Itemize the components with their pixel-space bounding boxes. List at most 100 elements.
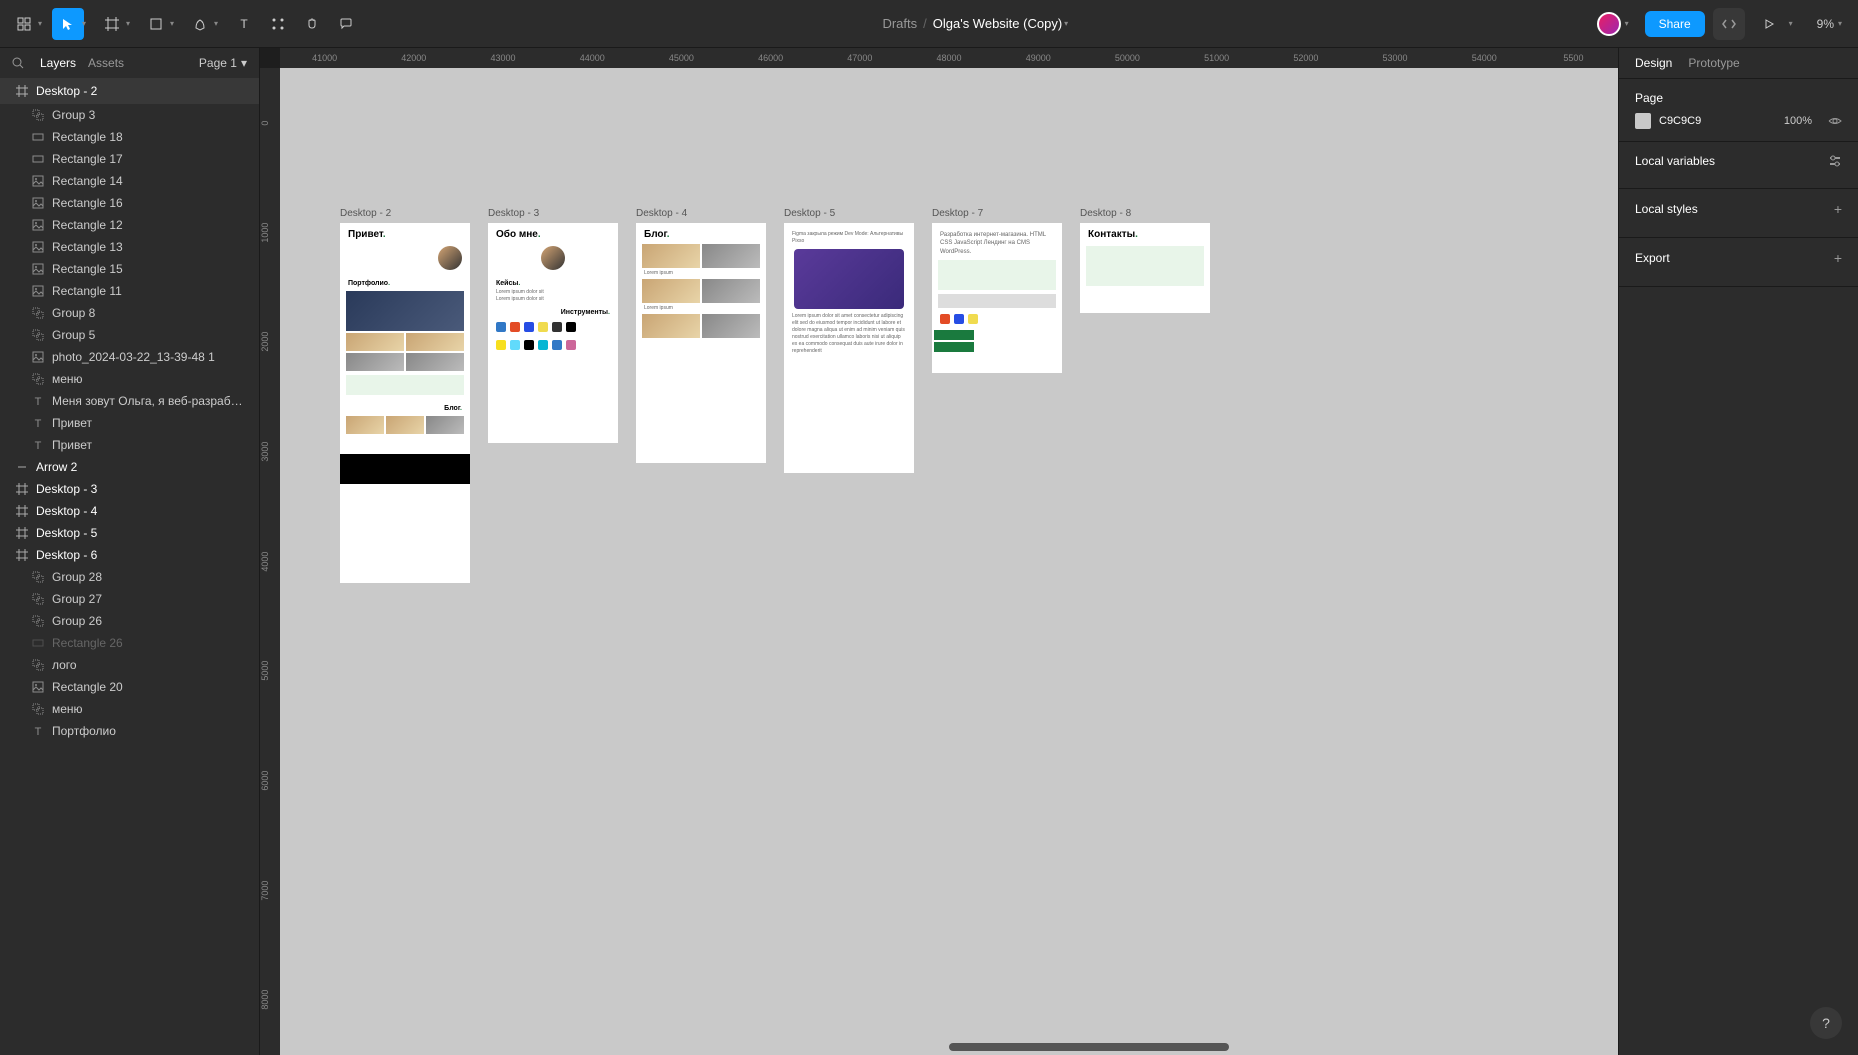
layer-item[interactable]: Rectangle 17 (0, 148, 259, 170)
frame-artboard[interactable]: Контакты. (1080, 223, 1210, 313)
dev-mode-button[interactable] (1713, 8, 1745, 40)
layer-item[interactable]: Desktop - 5 (0, 522, 259, 544)
layer-item[interactable]: TПортфолио (0, 720, 259, 742)
layer-item[interactable]: TПривет (0, 412, 259, 434)
layer-item[interactable]: Arrow 2 (0, 456, 259, 478)
move-tool[interactable] (52, 8, 84, 40)
layer-item[interactable]: Desktop - 4 (0, 500, 259, 522)
layer-item[interactable]: Rectangle 13 (0, 236, 259, 258)
color-hex[interactable]: C9C9C9 (1659, 115, 1701, 127)
canvas-frame[interactable]: Desktop - 4 Блог.Lorem ipsumLorem ipsum (636, 208, 766, 583)
color-opacity[interactable]: 100% (1784, 115, 1812, 127)
active-frame-header[interactable]: Desktop - 2 (0, 78, 259, 104)
layer-item[interactable]: лого (0, 654, 259, 676)
tab-layers[interactable]: Layers (40, 56, 76, 70)
tab-prototype[interactable]: Prototype (1688, 56, 1739, 70)
frame-label[interactable]: Desktop - 7 (932, 208, 1062, 219)
breadcrumb[interactable]: Drafts / Olga's Website (Copy) ▾ (362, 16, 1597, 31)
layer-item[interactable]: Rectangle 11 (0, 280, 259, 302)
help-button[interactable]: ? (1810, 1007, 1842, 1039)
frame-label[interactable]: Desktop - 2 (340, 208, 470, 219)
settings-icon[interactable] (1828, 154, 1842, 168)
chevron-down-icon[interactable]: ▾ (1064, 19, 1076, 28)
ruler-tick: 50000 (1083, 53, 1172, 63)
frame-label[interactable]: Desktop - 3 (488, 208, 618, 219)
breadcrumb-parent[interactable]: Drafts (882, 16, 917, 31)
chevron-down-icon[interactable]: ▾ (1625, 19, 1637, 28)
ruler-horizontal: 4100042000430004400045000460004700048000… (280, 48, 1618, 68)
toolbar-left: ▾ ▾ ▾ ▾ ▾ T (8, 8, 362, 40)
ruler-tick: 52000 (1261, 53, 1350, 63)
search-icon[interactable] (12, 57, 24, 69)
add-button[interactable]: + (1834, 201, 1842, 217)
frame-artboard[interactable]: Привет.Портфолио.Блог. (340, 223, 470, 583)
canvas-frame[interactable]: Desktop - 2 Привет.Портфолио.Блог. (340, 208, 470, 583)
toolbar-right: ▾ Share ▾ 9% ▾ (1597, 8, 1850, 40)
ruler-tick: 44000 (548, 53, 637, 63)
ruler-tick: 5500 (1529, 53, 1618, 63)
frame-label[interactable]: Desktop - 8 (1080, 208, 1210, 219)
layer-label: Desktop - 4 (36, 504, 97, 518)
layer-item[interactable]: Group 3 (0, 104, 259, 126)
breadcrumb-current[interactable]: Olga's Website (Copy) (933, 16, 1062, 31)
pen-tool[interactable] (184, 8, 216, 40)
hand-tool[interactable] (296, 8, 328, 40)
main-menu-button[interactable] (8, 8, 40, 40)
color-swatch[interactable] (1635, 113, 1651, 129)
svg-text:T: T (35, 726, 42, 737)
layer-item[interactable]: меню (0, 368, 259, 390)
text-tool[interactable]: T (228, 8, 260, 40)
ruler-tick: 4000 (260, 507, 280, 617)
resources-tool[interactable] (262, 8, 294, 40)
shape-tool[interactable] (140, 8, 172, 40)
page-color-row[interactable]: C9C9C9 100% (1635, 113, 1842, 129)
chevron-down-icon[interactable]: ▾ (1789, 19, 1801, 28)
layer-item[interactable]: Group 5 (0, 324, 259, 346)
layer-item[interactable]: Rectangle 12 (0, 214, 259, 236)
layer-item[interactable]: photo_2024-03-22_13-39-48 1 (0, 346, 259, 368)
canvas-frame[interactable]: Desktop - 3 Обо мне.Кейсы.Lorem ipsum dol… (488, 208, 618, 583)
layer-item[interactable]: Group 27 (0, 588, 259, 610)
canvas[interactable]: Desktop - 2Привет.Портфолио.Блог.Desktop… (280, 68, 1618, 1055)
page-selector[interactable]: Page 1 ▾ (199, 56, 247, 70)
layer-item[interactable]: Rectangle 26 (0, 632, 259, 654)
scrollbar-horizontal[interactable] (949, 1043, 1229, 1051)
eye-icon[interactable] (1828, 114, 1842, 128)
layer-item[interactable]: Group 26 (0, 610, 259, 632)
frame-tool[interactable] (96, 8, 128, 40)
canvas-frame[interactable]: Desktop - 8 Контакты. (1080, 208, 1210, 583)
add-button[interactable]: + (1834, 250, 1842, 266)
layer-item[interactable]: Rectangle 14 (0, 170, 259, 192)
layer-item[interactable]: TМеня зовут Ольга, я веб-разработчик. Ра… (0, 390, 259, 412)
frame-label[interactable]: Desktop - 5 (784, 208, 914, 219)
layer-item[interactable]: Rectangle 18 (0, 126, 259, 148)
ruler-tick: 6000 (260, 726, 280, 836)
layer-item[interactable]: меню (0, 698, 259, 720)
chevron-down-icon[interactable]: ▾ (1838, 19, 1850, 28)
layer-item[interactable]: Desktop - 3 (0, 478, 259, 500)
layer-item[interactable]: Rectangle 15 (0, 258, 259, 280)
layer-item[interactable]: Rectangle 16 (0, 192, 259, 214)
zoom-level[interactable]: 9% (1817, 17, 1834, 31)
frame-artboard[interactable]: Figma закрыла режим Dev Mode: Альтернати… (784, 223, 914, 473)
share-button[interactable]: Share (1645, 11, 1705, 37)
frame-artboard[interactable]: Обо мне.Кейсы.Lorem ipsum dolor sitLorem… (488, 223, 618, 443)
canvas-frame[interactable]: Desktop - 7 Разработка интернет-магазина.… (932, 208, 1062, 583)
layer-item[interactable]: TПривет (0, 434, 259, 456)
ruler-tick: 54000 (1440, 53, 1529, 63)
tab-assets[interactable]: Assets (88, 56, 124, 70)
frame-artboard[interactable]: Разработка интернет-магазина. HTML CSS J… (932, 223, 1062, 373)
chevron-down-icon: ▾ (38, 19, 50, 28)
avatar[interactable] (1597, 12, 1621, 36)
layer-item[interactable]: Group 28 (0, 566, 259, 588)
layer-item[interactable]: Group 8 (0, 302, 259, 324)
layer-item[interactable]: Desktop - 6 (0, 544, 259, 566)
tab-design[interactable]: Design (1635, 56, 1672, 70)
comment-tool[interactable] (330, 8, 362, 40)
ruler-tick: 53000 (1350, 53, 1439, 63)
frame-label[interactable]: Desktop - 4 (636, 208, 766, 219)
canvas-frame[interactable]: Desktop - 5 Figma закрыла режим Dev Mode:… (784, 208, 914, 583)
present-button[interactable] (1753, 8, 1785, 40)
frame-artboard[interactable]: Блог.Lorem ipsumLorem ipsum (636, 223, 766, 463)
layer-item[interactable]: Rectangle 20 (0, 676, 259, 698)
